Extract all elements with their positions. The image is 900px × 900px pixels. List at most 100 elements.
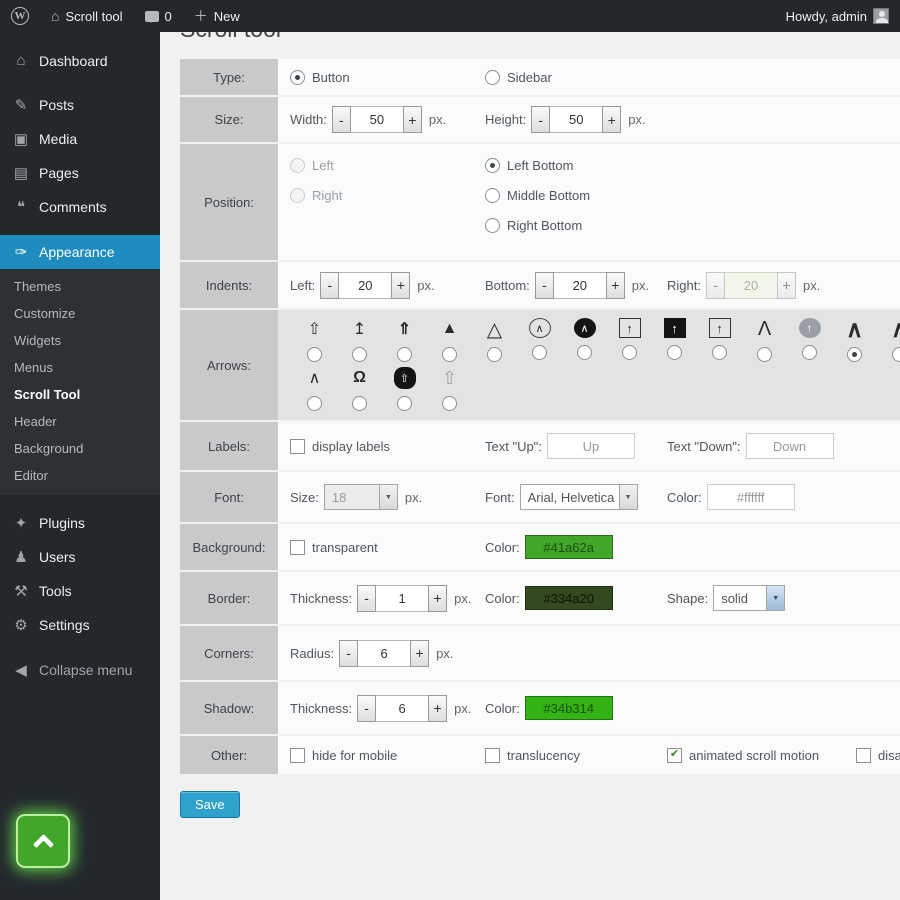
arrow-option-5[interactable]: △ bbox=[472, 318, 517, 362]
arrow-option-7[interactable]: ∧ bbox=[562, 318, 607, 362]
width-decrement-button[interactable]: - bbox=[331, 106, 351, 133]
arrow-radio-4[interactable] bbox=[442, 347, 457, 362]
arrow-radio-5[interactable] bbox=[487, 347, 502, 362]
background-color-swatch[interactable]: #41a62a bbox=[524, 535, 613, 559]
arrow-option-9[interactable]: ↑ bbox=[652, 318, 697, 362]
display-labels-checkbox[interactable] bbox=[290, 438, 305, 454]
arrow-option-18[interactable]: ⇧ bbox=[427, 367, 472, 411]
shadow-color-swatch[interactable]: #34b314 bbox=[524, 696, 613, 720]
height-input[interactable] bbox=[550, 106, 603, 133]
arrow-radio-16[interactable] bbox=[352, 396, 367, 411]
submenu-item-customize[interactable]: Customize bbox=[0, 300, 160, 327]
corners-radius-decrement-button[interactable]: - bbox=[339, 639, 359, 667]
arrow-radio-14[interactable] bbox=[892, 347, 900, 362]
arrow-radio-13-selected[interactable] bbox=[847, 347, 862, 362]
howdy-account-menu[interactable]: Howdy, admin bbox=[775, 0, 900, 32]
arrow-option-10[interactable]: ↑ bbox=[697, 318, 742, 362]
type-sidebar-option[interactable]: Sidebar bbox=[485, 69, 552, 85]
sidebar-item-users[interactable]: ♟ Users bbox=[0, 540, 160, 574]
submenu-item-editor[interactable]: Editor bbox=[0, 462, 160, 489]
indent-right-input[interactable] bbox=[724, 271, 777, 299]
submenu-item-menus[interactable]: Menus bbox=[0, 354, 160, 381]
arrow-option-8[interactable]: ↑ bbox=[607, 318, 652, 362]
width-increment-button[interactable]: + bbox=[402, 106, 422, 133]
arrow-option-4[interactable]: ▲ bbox=[427, 318, 472, 362]
disable-checkbox[interactable] bbox=[856, 747, 871, 763]
border-thickness-decrement-button[interactable]: - bbox=[357, 584, 377, 612]
indent-bottom-input[interactable] bbox=[553, 271, 606, 299]
transparent-option[interactable]: transparent bbox=[290, 539, 485, 555]
submenu-item-scroll-tool[interactable]: Scroll Tool bbox=[0, 381, 160, 408]
arrow-option-3[interactable]: ⇑ bbox=[382, 318, 427, 362]
arrow-radio-2[interactable] bbox=[352, 347, 367, 362]
shadow-thickness-input[interactable] bbox=[376, 694, 429, 722]
arrow-radio-3[interactable] bbox=[397, 347, 412, 362]
border-thickness-increment-button[interactable]: + bbox=[428, 584, 448, 612]
animated-scroll-option[interactable]: animated scroll motion bbox=[667, 747, 856, 763]
position-middle-bottom-option[interactable]: Middle Bottom bbox=[485, 188, 590, 203]
new-content-menu[interactable]: ＋ New bbox=[183, 0, 251, 32]
hide-for-mobile-option[interactable]: hide for mobile bbox=[290, 747, 485, 763]
corners-radius-input[interactable] bbox=[358, 639, 411, 667]
indent-right-increment-button[interactable]: + bbox=[776, 271, 796, 299]
arrow-radio-9[interactable] bbox=[667, 345, 682, 360]
arrow-radio-12[interactable] bbox=[802, 345, 817, 360]
sidebar-item-media[interactable]: ▣ Media bbox=[0, 122, 160, 156]
position-middle-bottom-radio[interactable] bbox=[485, 188, 500, 203]
indent-right-decrement-button[interactable]: - bbox=[705, 271, 725, 299]
shadow-thickness-increment-button[interactable]: + bbox=[428, 694, 448, 722]
arrow-radio-17[interactable] bbox=[397, 396, 412, 411]
translucency-checkbox[interactable] bbox=[485, 747, 500, 763]
sidebar-item-settings[interactable]: ⚙ Settings bbox=[0, 608, 160, 642]
sidebar-item-comments[interactable]: ❝ Comments bbox=[0, 190, 160, 224]
arrow-option-16[interactable]: Ω bbox=[337, 367, 382, 411]
translucency-option[interactable]: translucency bbox=[485, 747, 667, 763]
type-sidebar-radio[interactable] bbox=[485, 69, 500, 85]
sidebar-item-dashboard[interactable]: ⌂ Dashboard bbox=[0, 44, 160, 77]
indent-bottom-decrement-button[interactable]: - bbox=[534, 271, 554, 299]
indent-left-increment-button[interactable]: + bbox=[391, 271, 411, 299]
transparent-checkbox[interactable] bbox=[290, 539, 305, 555]
position-left-radio[interactable] bbox=[290, 158, 305, 173]
collapse-menu-button[interactable]: ◀ Collapse menu bbox=[0, 653, 160, 687]
arrow-radio-11[interactable] bbox=[757, 347, 772, 362]
submenu-item-themes[interactable]: Themes bbox=[0, 273, 160, 300]
save-button[interactable]: Save bbox=[180, 791, 240, 818]
sidebar-item-tools[interactable]: ⚒ Tools bbox=[0, 574, 160, 608]
position-right-radio[interactable] bbox=[290, 188, 305, 203]
font-family-select[interactable]: Arial, Helvetica ▼ bbox=[519, 484, 638, 510]
type-button-option[interactable]: Button bbox=[290, 69, 485, 85]
text-up-input[interactable] bbox=[546, 433, 635, 459]
sidebar-item-pages[interactable]: ▤ Pages bbox=[0, 156, 160, 190]
disable-option-truncated[interactable]: disa bbox=[856, 747, 900, 763]
display-labels-option[interactable]: display labels bbox=[290, 438, 485, 454]
arrow-option-1[interactable]: ⇧ bbox=[292, 318, 337, 362]
sidebar-item-plugins[interactable]: ✦ Plugins bbox=[0, 506, 160, 540]
comments-admin-bar-link[interactable]: 0 bbox=[134, 0, 183, 32]
submenu-item-header[interactable]: Header bbox=[0, 408, 160, 435]
corners-radius-increment-button[interactable]: + bbox=[410, 639, 430, 667]
border-thickness-input[interactable] bbox=[376, 584, 429, 612]
arrow-radio-1[interactable] bbox=[307, 347, 322, 362]
hide-for-mobile-checkbox[interactable] bbox=[290, 747, 305, 763]
position-right-bottom-radio[interactable] bbox=[485, 218, 500, 233]
type-button-radio[interactable] bbox=[290, 69, 305, 85]
position-right-bottom-option[interactable]: Right Bottom bbox=[485, 218, 582, 233]
arrow-radio-15[interactable] bbox=[307, 396, 322, 411]
arrow-option-15[interactable]: ∧ bbox=[292, 367, 337, 411]
height-decrement-button[interactable]: - bbox=[531, 106, 551, 133]
arrow-radio-10[interactable] bbox=[712, 345, 727, 360]
scroll-button-preview[interactable] bbox=[16, 814, 70, 868]
height-increment-button[interactable]: + bbox=[602, 106, 622, 133]
position-left-bottom-option[interactable]: Left Bottom bbox=[485, 158, 573, 173]
arrow-option-11[interactable]: Λ bbox=[742, 318, 787, 362]
wordpress-logo-menu[interactable]: W bbox=[0, 0, 40, 32]
arrow-radio-18[interactable] bbox=[442, 396, 457, 411]
position-left-option[interactable]: Left bbox=[290, 158, 334, 173]
sidebar-item-appearance[interactable]: ✑ Appearance bbox=[0, 235, 160, 269]
indent-left-input[interactable] bbox=[339, 271, 392, 299]
submenu-item-background[interactable]: Background bbox=[0, 435, 160, 462]
shadow-thickness-decrement-button[interactable]: - bbox=[357, 694, 377, 722]
font-color-input[interactable] bbox=[706, 484, 795, 510]
font-size-select[interactable]: 18 ▼ bbox=[323, 484, 398, 510]
